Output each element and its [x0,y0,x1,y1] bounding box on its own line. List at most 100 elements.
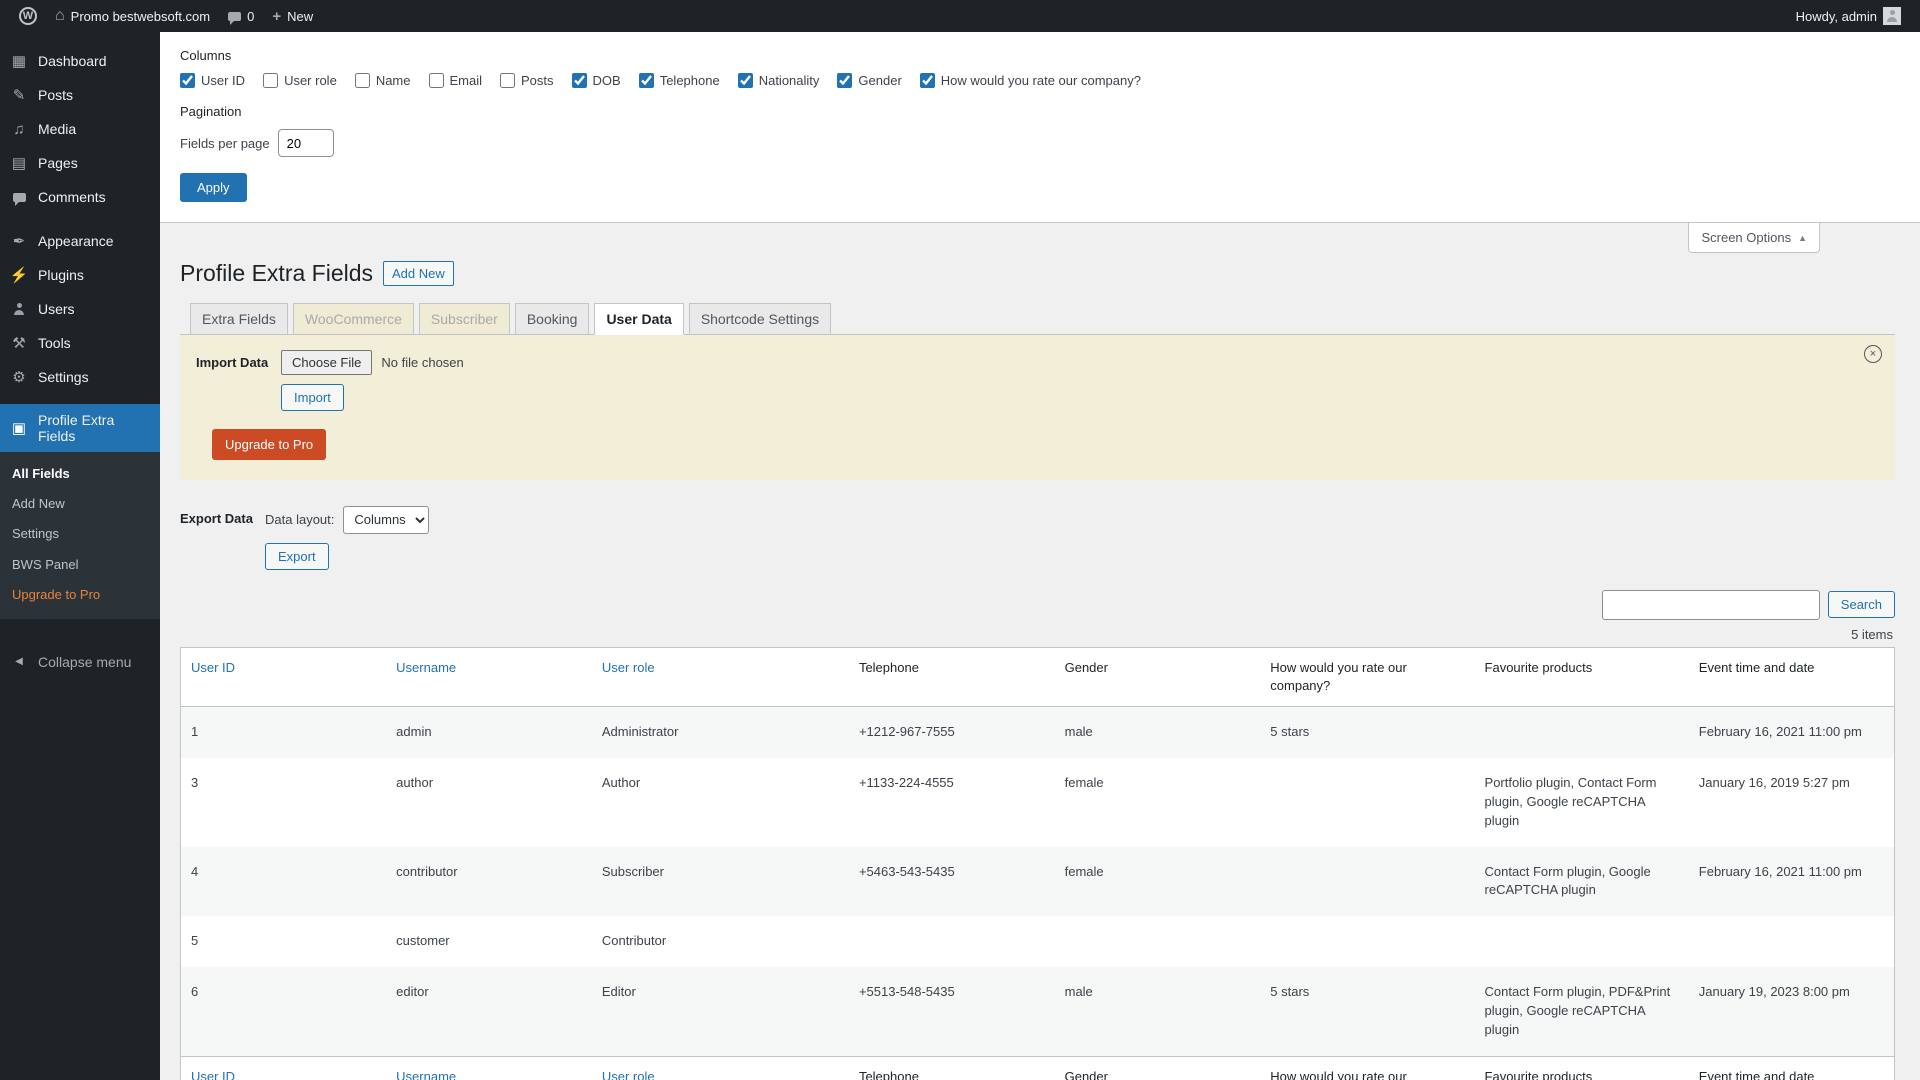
checkbox-input[interactable] [500,73,515,88]
submenu-item-bws-panel[interactable]: BWS Panel [0,550,160,580]
table-cell: 3 [181,758,387,847]
column-checkbox-nationality[interactable]: Nationality [738,73,820,88]
column-checkbox-telephone[interactable]: Telephone [639,73,720,88]
table-cell: male [1055,707,1261,758]
sort-user-id-footer[interactable]: User ID [191,1069,235,1080]
checkbox-input[interactable] [738,73,753,88]
submenu-item-upgrade-to-pro[interactable]: Upgrade to Pro [0,580,160,610]
checkbox-input[interactable] [920,73,935,88]
sidebar-item-tools[interactable]: ⚒ Tools [0,326,160,360]
export-button[interactable]: Export [265,543,329,570]
sidebar-item-plugins[interactable]: ⚡ Plugins [0,258,160,292]
search-row: Search [180,590,1895,620]
submenu-item-settings[interactable]: Settings [0,519,160,549]
sort-user-id[interactable]: User ID [191,660,235,675]
checkbox-label: Name [376,73,411,88]
table-cell [1260,758,1474,847]
table-cell: +5513-548-5435 [849,967,1055,1056]
new-content-link[interactable]: + New [263,0,322,32]
close-icon[interactable]: × [1864,345,1882,363]
header-telephone: Telephone [849,647,1055,706]
footer-telephone: Telephone [849,1056,1055,1080]
home-icon: ⌂ [55,7,65,25]
submenu-item-add-new[interactable]: Add New [0,489,160,519]
new-label: New [287,9,313,24]
columns-checkbox-group: User ID User role Name Email Posts [180,73,1900,88]
sort-user-role[interactable]: User role [602,660,655,675]
table-cell: Portfolio plugin, Contact Form plugin, G… [1475,758,1689,847]
tab-booking[interactable]: Booking [515,303,590,335]
tab-woocommerce[interactable]: WooCommerce [293,303,414,335]
tab-user-data[interactable]: User Data [594,303,683,335]
table-cell: +1212-967-7555 [849,707,1055,758]
sort-user-role-footer[interactable]: User role [602,1069,655,1080]
submenu-item-all-fields[interactable]: All Fields [0,459,160,489]
sort-username-footer[interactable]: Username [396,1069,456,1080]
table-cell: contributor [386,847,592,917]
sidebar-item-label: Media [38,121,76,137]
sidebar-item-label: Appearance [38,233,114,249]
wordpress-logo[interactable]: W [10,0,46,32]
table-cell: Contributor [592,916,849,967]
import-button[interactable]: Import [281,384,344,411]
column-checkbox-user-role[interactable]: User role [263,73,337,88]
sidebar-item-settings[interactable]: ⚙ Settings [0,360,160,394]
sidebar-item-dashboard[interactable]: ▦ Dashboard [0,44,160,78]
comments-link[interactable]: 0 [219,0,263,32]
column-checkbox-email[interactable]: Email [429,73,483,88]
comments-count: 0 [247,9,254,24]
tab-extra-fields[interactable]: Extra Fields [190,303,288,335]
table-cell: admin [386,707,592,758]
tab-shortcode-settings[interactable]: Shortcode Settings [689,303,831,335]
screen-options-toggle[interactable]: Screen Options ▲ [1688,223,1820,253]
sidebar-item-comments[interactable]: Comments [0,180,160,214]
choose-file-button[interactable]: Choose File [281,350,372,375]
sidebar-item-label: Users [38,301,75,317]
site-name-link[interactable]: ⌂ Promo bestwebsoft.com [46,0,219,32]
account-menu[interactable]: Howdy, admin [1787,0,1910,32]
column-checkbox-name[interactable]: Name [355,73,411,88]
admin-bar: W ⌂ Promo bestwebsoft.com 0 + New Howdy,… [0,0,1920,32]
import-data-panel: × Import Data Choose File No file chosen… [180,335,1895,480]
column-checkbox-gender[interactable]: Gender [837,73,901,88]
sidebar-item-pages[interactable]: ▤ Pages [0,146,160,180]
checkbox-input[interactable] [572,73,587,88]
column-checkbox-posts[interactable]: Posts [500,73,554,88]
column-checkbox-dob[interactable]: DOB [572,73,621,88]
search-input[interactable] [1602,590,1820,620]
search-button[interactable]: Search [1828,591,1895,618]
sidebar-item-users[interactable]: Users [0,292,160,326]
checkbox-input[interactable] [180,73,195,88]
data-layout-label: Data layout: [265,512,334,527]
checkbox-label: Gender [858,73,901,88]
checkbox-input[interactable] [263,73,278,88]
table-cell: January 16, 2019 5:27 pm [1689,758,1895,847]
tab-subscriber[interactable]: Subscriber [419,303,510,335]
plugins-icon: ⚡ [9,266,29,284]
checkbox-input[interactable] [429,73,444,88]
checkbox-label: Telephone [660,73,720,88]
table-cell: 1 [181,707,387,758]
sidebar-item-appearance[interactable]: ✒ Appearance [0,224,160,258]
fields-per-page-label: Fields per page [180,136,270,151]
sidebar-item-posts[interactable]: ✎ Posts [0,78,160,112]
tools-icon: ⚒ [9,334,29,352]
fields-per-page-input[interactable] [278,129,334,157]
data-layout-select[interactable]: Columns [343,506,429,534]
checkbox-input[interactable] [837,73,852,88]
column-checkbox-rate-company[interactable]: How would you rate our company? [920,73,1141,88]
upgrade-to-pro-button[interactable]: Upgrade to Pro [212,429,326,460]
checkbox-input[interactable] [355,73,370,88]
apply-button[interactable]: Apply [180,173,247,202]
sidebar-item-media[interactable]: ♫ Media [0,112,160,146]
sidebar-item-profile-extra-fields[interactable]: ▣ Profile Extra Fields [0,404,160,452]
sidebar-item-label: Pages [38,155,78,171]
column-checkbox-user-id[interactable]: User ID [180,73,245,88]
collapse-menu-button[interactable]: ◀ Collapse menu [0,645,160,679]
add-new-button[interactable]: Add New [383,261,454,286]
header-gender: Gender [1055,647,1261,706]
user-data-table: User ID Username User role Telephone Gen… [180,647,1895,1080]
checkbox-input[interactable] [639,73,654,88]
sort-username[interactable]: Username [396,660,456,675]
table-row: 3 author Author +1133-224-4555 female Po… [181,758,1895,847]
